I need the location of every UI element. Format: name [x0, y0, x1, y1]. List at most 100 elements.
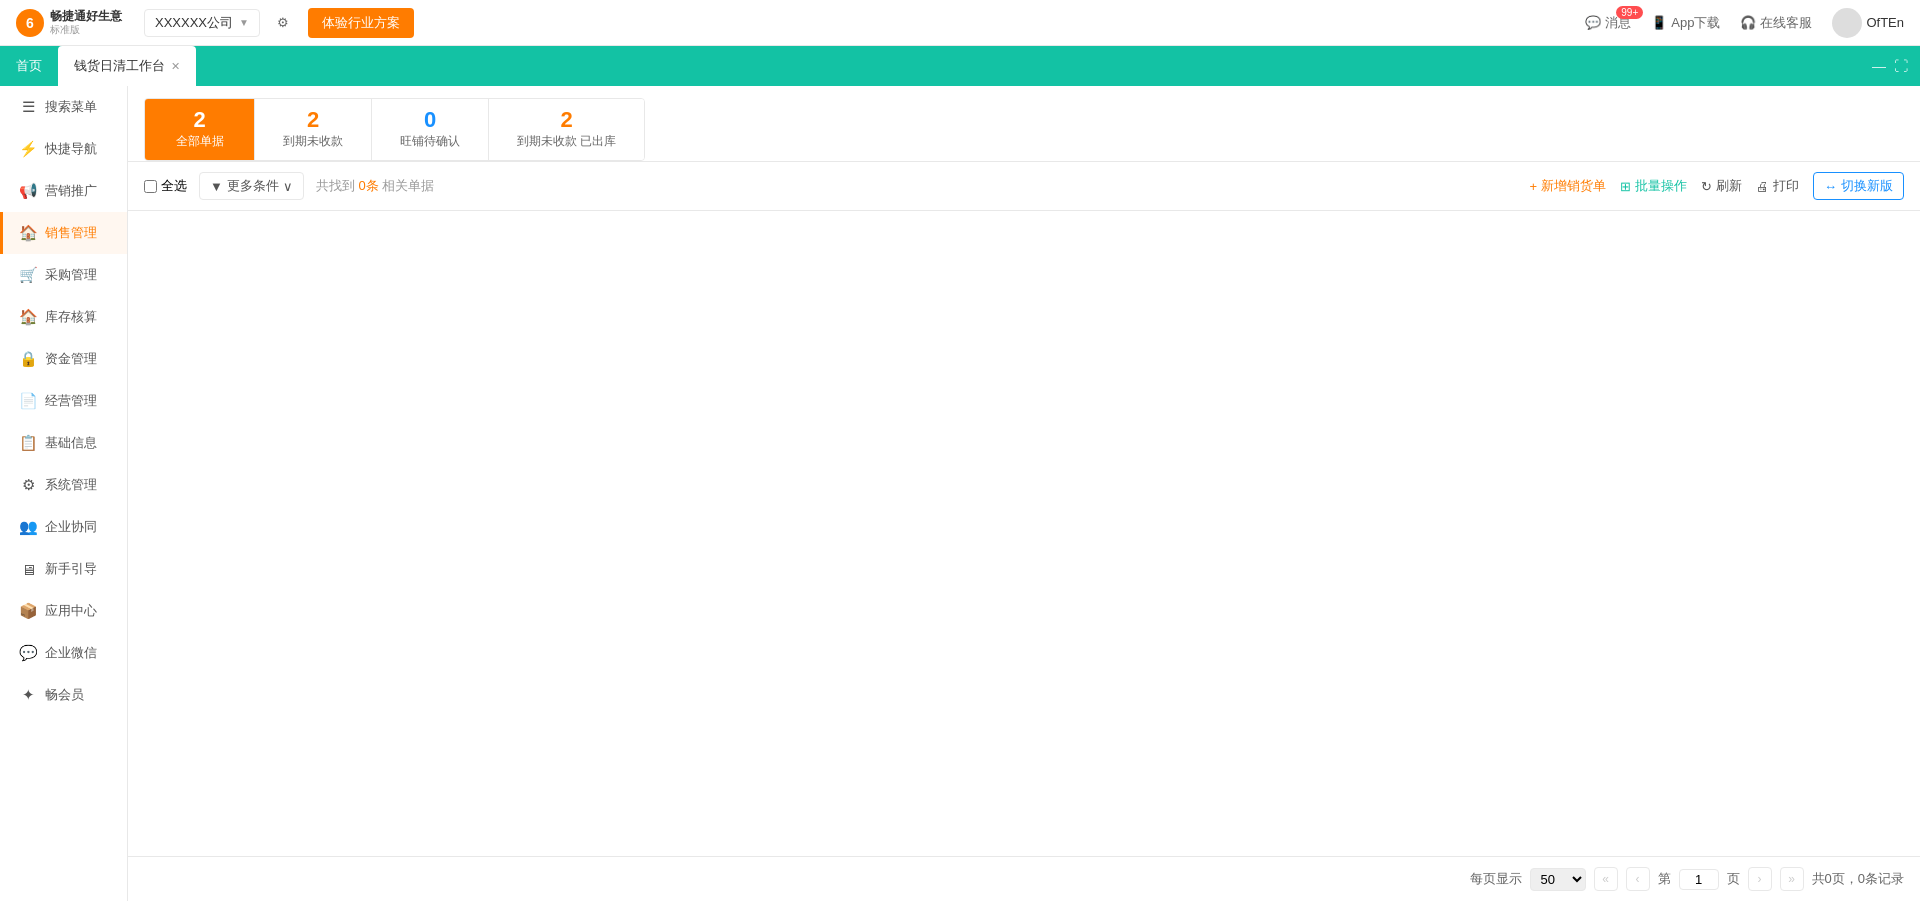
- select-all-input[interactable]: [144, 180, 157, 193]
- tab-work-bench[interactable]: 钱货日清工作台 ✕: [58, 46, 196, 86]
- next-page-button[interactable]: ›: [1748, 867, 1772, 891]
- sidebar-item-quick-nav[interactable]: ⚡ 快捷导航: [0, 128, 127, 170]
- status-tab-pending-count: 0: [400, 109, 460, 131]
- company-dropdown-arrow: ▼: [239, 17, 249, 28]
- sidebar-item-app-center[interactable]: 📦 应用中心: [0, 590, 127, 632]
- batch-icon: ⊞: [1620, 179, 1631, 194]
- main-layout: ☰ 搜索菜单 ⚡ 快捷导航 📢 营销推广 🏠 销售管理 🛒 采购管理 🏠 库存核…: [0, 86, 1920, 901]
- basic-info-icon: 📋: [19, 434, 37, 452]
- logo-subtitle: 标准版: [50, 24, 122, 36]
- sidebar-item-inventory[interactable]: 🏠 库存核算: [0, 296, 127, 338]
- status-tab-shipped-count: 2: [517, 109, 616, 131]
- select-all-checkbox[interactable]: 全选: [144, 177, 187, 195]
- batch-button[interactable]: ⊞ 批量操作: [1620, 177, 1687, 195]
- logo-text: 畅捷通好生意 标准版: [50, 9, 122, 35]
- last-page-icon: »: [1788, 872, 1795, 886]
- sidebar-item-sales[interactable]: 🏠 销售管理: [0, 212, 127, 254]
- capital-icon: 🔒: [19, 350, 37, 368]
- status-tabs: 2 全部单据 2 到期未收款 0 旺铺待确认 2 到期未收款 已出库: [128, 86, 1920, 162]
- status-tab-all[interactable]: 2 全部单据: [145, 99, 255, 160]
- per-page-select[interactable]: 50 10 20 100: [1530, 868, 1586, 891]
- company-selector[interactable]: XXXXXX公司 ▼: [144, 9, 260, 37]
- found-prefix: 共找到: [316, 178, 355, 193]
- online-service-button[interactable]: 🎧 在线客服: [1740, 14, 1812, 32]
- switch-icon: ↔: [1824, 179, 1837, 194]
- filter-icon: ▼: [210, 179, 223, 194]
- sidebar-item-system[interactable]: ⚙ 系统管理: [0, 464, 127, 506]
- online-service-label: 在线客服: [1760, 14, 1812, 32]
- tab-home-label: 首页: [16, 57, 42, 75]
- prev-page-button[interactable]: ‹: [1626, 867, 1650, 891]
- sidebar-item-basic-info[interactable]: 📋 基础信息: [0, 422, 127, 464]
- found-suffix: 相关单据: [382, 178, 434, 193]
- total-info: 共0页，0条记录: [1812, 870, 1904, 888]
- app-download-button[interactable]: 📱 App下载: [1651, 14, 1720, 32]
- sidebar-item-enterprise[interactable]: 👥 企业协同: [0, 506, 127, 548]
- filter-label: 更多条件: [227, 177, 279, 195]
- table-area: [128, 211, 1920, 856]
- experience-button[interactable]: 体验行业方案: [308, 8, 414, 38]
- print-label: 打印: [1773, 177, 1799, 195]
- sidebar-item-purchase[interactable]: 🛒 采购管理: [0, 254, 127, 296]
- status-tab-overdue-label: 到期未收款: [283, 133, 343, 150]
- last-page-button[interactable]: »: [1780, 867, 1804, 891]
- settings-button[interactable]: ⚙: [268, 8, 298, 38]
- tab-home[interactable]: 首页: [0, 46, 58, 86]
- first-page-icon: «: [1602, 872, 1609, 886]
- sidebar-item-capital-label: 资金管理: [45, 350, 97, 368]
- batch-label: 批量操作: [1635, 177, 1687, 195]
- app-center-icon: 📦: [19, 602, 37, 620]
- message-button[interactable]: 💬 消息 99+: [1585, 14, 1631, 32]
- sidebar: ☰ 搜索菜单 ⚡ 快捷导航 📢 营销推广 🏠 销售管理 🛒 采购管理 🏠 库存核…: [0, 86, 128, 901]
- add-icon: +: [1529, 179, 1537, 194]
- refresh-button[interactable]: ↻ 刷新: [1701, 177, 1742, 195]
- content-area: 2 全部单据 2 到期未收款 0 旺铺待确认 2 到期未收款 已出库: [128, 86, 1920, 901]
- enterprise-icon: 👥: [19, 518, 37, 536]
- print-button[interactable]: 🖨 打印: [1756, 177, 1799, 195]
- status-tab-all-count: 2: [173, 109, 226, 131]
- status-tab-pending[interactable]: 0 旺铺待确认: [372, 99, 489, 160]
- status-tab-overdue-count: 2: [283, 109, 343, 131]
- status-tab-shipped[interactable]: 2 到期未收款 已出库: [489, 99, 644, 160]
- marketing-icon: 📢: [19, 182, 37, 200]
- tab-work-bench-label: 钱货日清工作台: [74, 57, 165, 75]
- sidebar-item-search-menu-label: 搜索菜单: [45, 98, 97, 116]
- sidebar-item-marketing[interactable]: 📢 营销推广: [0, 170, 127, 212]
- status-tab-shipped-label: 到期未收款 已出库: [517, 133, 616, 150]
- company-name: XXXXXX公司: [155, 14, 233, 32]
- page-number-input[interactable]: [1679, 869, 1719, 890]
- found-count: 0条: [359, 178, 379, 193]
- purchase-icon: 🛒: [19, 266, 37, 284]
- header-right: 💬 消息 99+ 📱 App下载 🎧 在线客服 OfTEn: [1585, 8, 1904, 38]
- sidebar-item-operation[interactable]: 📄 经营管理: [0, 380, 127, 422]
- guide-icon: 🖥: [19, 561, 37, 578]
- logo-icon: 6: [16, 9, 44, 37]
- switch-version-button[interactable]: ↔ 切换新版: [1813, 172, 1904, 200]
- tab-minimize-icon[interactable]: —: [1872, 58, 1886, 74]
- app-download-icon: 📱: [1651, 15, 1667, 30]
- sidebar-item-search-menu[interactable]: ☰ 搜索菜单: [0, 86, 127, 128]
- pagination: 每页显示 50 10 20 100 « ‹ 第 页 › » 共0页，0条记录: [128, 856, 1920, 901]
- tab-close-icon[interactable]: ✕: [171, 60, 180, 73]
- settings-icon: ⚙: [277, 15, 289, 30]
- sidebar-item-capital[interactable]: 🔒 资金管理: [0, 338, 127, 380]
- add-sale-label: 新增销货单: [1541, 177, 1606, 195]
- status-tab-overdue[interactable]: 2 到期未收款: [255, 99, 372, 160]
- page-label: 第: [1658, 870, 1671, 888]
- app-download-label: App下载: [1671, 14, 1720, 32]
- sidebar-item-sales-label: 销售管理: [45, 224, 97, 242]
- sidebar-item-wechat[interactable]: 💬 企业微信: [0, 632, 127, 674]
- sidebar-item-operation-label: 经营管理: [45, 392, 97, 410]
- user-avatar-area[interactable]: OfTEn: [1832, 8, 1904, 38]
- page-suffix: 页: [1727, 870, 1740, 888]
- status-tab-all-label: 全部单据: [173, 133, 226, 150]
- next-page-icon: ›: [1758, 872, 1762, 886]
- prev-page-icon: ‹: [1636, 872, 1640, 886]
- sidebar-item-member[interactable]: ✦ 畅会员: [0, 674, 127, 716]
- tab-maximize-icon[interactable]: ⛶: [1894, 58, 1908, 74]
- sidebar-item-quick-nav-label: 快捷导航: [45, 140, 97, 158]
- add-sale-button[interactable]: + 新增销货单: [1529, 177, 1606, 195]
- filter-button[interactable]: ▼ 更多条件 ∨: [199, 172, 304, 200]
- sidebar-item-guide[interactable]: 🖥 新手引导: [0, 548, 127, 590]
- first-page-button[interactable]: «: [1594, 867, 1618, 891]
